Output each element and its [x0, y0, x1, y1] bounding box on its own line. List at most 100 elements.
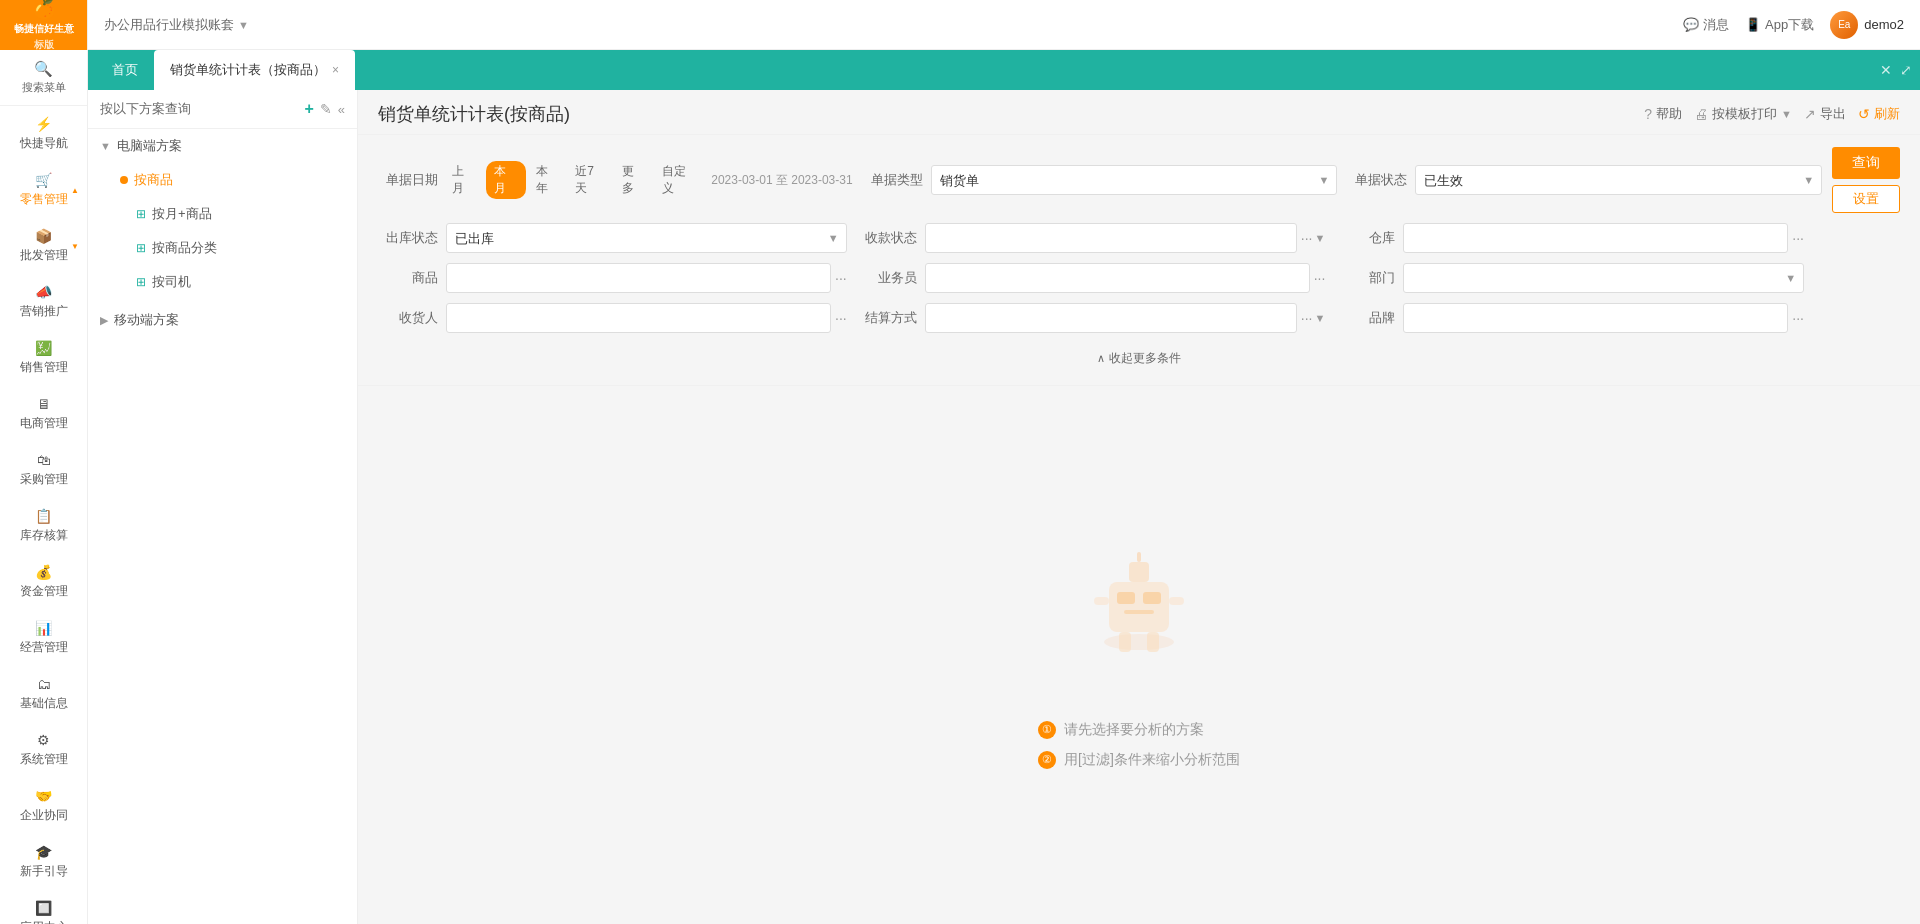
filter-area: 单据日期 上月 本月 本年 近7天 更多 自定义 2023-03-01 至 20… — [358, 135, 1920, 386]
marketing-label: 营销推广 — [20, 303, 68, 320]
payment-arrow[interactable]: ▼ — [1314, 312, 1325, 324]
out-status-select[interactable]: 已出库 — [446, 223, 847, 253]
user-area[interactable]: Ea demo2 — [1830, 11, 1904, 39]
user-avatar: Ea — [1830, 11, 1858, 39]
sidebar-item-inventory[interactable]: 📋 库存核算 — [0, 498, 87, 554]
date-btn-last-month[interactable]: 上月 — [446, 161, 482, 199]
sidebar-item-wholesale[interactable]: 📦 批发管理 — [0, 218, 87, 274]
recv-status-arrow[interactable]: ▼ — [1314, 232, 1325, 244]
scheme-collapse-button[interactable]: « — [338, 102, 345, 117]
scheme-edit-button[interactable]: ✎ — [320, 101, 332, 117]
sidebar-item-newbie[interactable]: 🎓 新手引导 — [0, 834, 87, 890]
search-menu[interactable]: 🔍 搜索菜单 — [0, 50, 87, 106]
filter-row-1: 单据日期 上月 本月 本年 近7天 更多 自定义 2023-03-01 至 20… — [378, 147, 1900, 213]
print-arrow: ▼ — [1781, 108, 1792, 120]
sidebar-item-ecommerce[interactable]: 🖥 电商管理 — [0, 386, 87, 442]
logo-subtitle: 标版 — [34, 38, 54, 52]
brand-input[interactable] — [1403, 303, 1788, 333]
page-title-bar: 销货单统计计表(按商品) ? 帮助 🖨 按模板打印 ▼ ↗ 导出 — [358, 90, 1920, 135]
export-button[interactable]: ↗ 导出 — [1804, 105, 1846, 123]
svg-point-0 — [1104, 634, 1174, 650]
purchase-icon: 🛍 — [37, 452, 51, 468]
tree-item-by-goods-category-label: 按商品分类 — [152, 239, 217, 257]
tree-item-by-month-goods[interactable]: ⊞ 按月+商品 — [88, 197, 357, 231]
date-btn-7days[interactable]: 近7天 — [569, 161, 611, 199]
tab-report-close[interactable]: × — [332, 63, 339, 77]
sidebar-item-operations[interactable]: 📊 经营管理 — [0, 610, 87, 666]
brand-dots[interactable]: ··· — [1792, 310, 1804, 326]
retail-label: 零售管理 — [20, 191, 68, 208]
payment-label: 结算方式 — [857, 309, 917, 327]
sidebar-item-finance[interactable]: 💰 资金管理 — [0, 554, 87, 610]
sidebar-item-quick-nav[interactable]: ⚡ 快捷导航 — [0, 106, 87, 162]
app-download-button[interactable]: 📱 App下载 — [1745, 16, 1814, 34]
query-button[interactable]: 查询 — [1832, 147, 1900, 179]
sidebar-item-purchase[interactable]: 🛍 采购管理 — [0, 442, 87, 498]
tab-report[interactable]: 销货单统计计表（按商品） × — [154, 50, 355, 90]
brand-label: 品牌 — [1335, 309, 1395, 327]
date-btn-more[interactable]: 更多 — [616, 161, 652, 199]
svg-rect-2 — [1117, 592, 1135, 604]
filter-row-3: 商品 ··· 业务员 ··· 部门 — [378, 263, 1900, 293]
topbar-dropdown-arrow[interactable]: ▼ — [238, 19, 249, 31]
tab-home[interactable]: 首页 — [96, 50, 154, 90]
sidebar-item-system[interactable]: ⚙ 系统管理 — [0, 722, 87, 778]
refresh-label: 刷新 — [1874, 105, 1900, 123]
main-area: 办公用品行业模拟账套 ▼ 💬 消息 📱 App下载 Ea demo2 首页 — [88, 0, 1920, 924]
print-button[interactable]: 🖨 按模板打印 ▼ — [1694, 105, 1792, 123]
goods-input[interactable] — [446, 263, 831, 293]
print-label: 按模板打印 — [1712, 105, 1777, 123]
receiver-input[interactable] — [446, 303, 831, 333]
newbie-label: 新手引导 — [20, 863, 68, 880]
tree-item-by-goods[interactable]: 按商品 — [88, 163, 357, 197]
svg-rect-1 — [1109, 582, 1169, 632]
svg-rect-8 — [1169, 597, 1184, 605]
scheme-add-button[interactable]: + — [304, 100, 313, 118]
quick-nav-label: 快捷导航 — [20, 135, 68, 152]
salesperson-input[interactable] — [925, 263, 1310, 293]
recv-status-dots[interactable]: ··· — [1301, 230, 1313, 246]
svg-rect-6 — [1137, 552, 1141, 562]
goods-label: 商品 — [378, 269, 438, 287]
sidebar-item-sales[interactable]: 💹 销售管理 — [0, 330, 87, 386]
sidebar-item-app-center[interactable]: 🔲 应用中心 — [0, 890, 87, 924]
warehouse-input[interactable] — [1403, 223, 1788, 253]
dept-select[interactable] — [1403, 263, 1804, 293]
tree-mobile-schemes[interactable]: ▶ 移动端方案 — [88, 303, 357, 337]
payment-input[interactable] — [925, 303, 1297, 333]
sidebar-item-base[interactable]: 🗂 基础信息 — [0, 666, 87, 722]
doc-type-select[interactable]: 销货单 — [931, 165, 1338, 195]
scheme-panel-header: 按以下方案查询 + ✎ « — [88, 90, 357, 129]
refresh-button[interactable]: ↺ 刷新 — [1858, 105, 1900, 123]
app-center-icon: 🔲 — [35, 900, 52, 916]
recv-status-input[interactable] — [925, 223, 1297, 253]
goods-dots[interactable]: ··· — [835, 270, 847, 286]
tab-maximize-button[interactable]: ⤢ — [1900, 62, 1912, 78]
warehouse-dots[interactable]: ··· — [1792, 230, 1804, 246]
filter-row-4: 收货人 ··· 结算方式 ··· ▼ — [378, 303, 1900, 333]
doc-status-select[interactable]: 已生效 — [1415, 165, 1822, 195]
tree-icon-goods-category: ⊞ — [136, 241, 146, 255]
tab-close-all-button[interactable]: ✕ — [1880, 62, 1892, 78]
purchase-label: 采购管理 — [20, 471, 68, 488]
sidebar-item-enterprise-collab[interactable]: 🤝 企业协同 — [0, 778, 87, 834]
receiver-dots[interactable]: ··· — [835, 310, 847, 326]
date-btn-custom[interactable]: 自定义 — [656, 161, 704, 199]
recv-status-label: 收款状态 — [857, 229, 917, 247]
avatar-text: Ea — [1838, 19, 1850, 30]
salesperson-dots[interactable]: ··· — [1314, 270, 1326, 286]
message-button[interactable]: 💬 消息 — [1683, 16, 1729, 34]
help-button[interactable]: ? 帮助 — [1644, 105, 1682, 123]
collapse-more-conditions[interactable]: ∧ 收起更多条件 — [378, 343, 1900, 373]
sidebar-item-marketing[interactable]: 📣 营销推广 — [0, 274, 87, 330]
collapse-up-icon: ∧ — [1097, 352, 1105, 365]
date-btn-this-year[interactable]: 本年 — [530, 161, 566, 199]
sidebar: 🍊 畅捷信好生意 标版 🔍 搜索菜单 ⚡ 快捷导航 🛒 零售管理 📦 批发管理 … — [0, 0, 88, 924]
tree-item-by-driver[interactable]: ⊞ 按司机 — [88, 265, 357, 299]
sidebar-item-retail[interactable]: 🛒 零售管理 — [0, 162, 87, 218]
settings-button[interactable]: 设置 — [1832, 185, 1900, 213]
date-btn-this-month[interactable]: 本月 — [486, 161, 526, 199]
tree-pc-schemes[interactable]: ▼ 电脑端方案 — [88, 129, 357, 163]
tree-item-by-goods-category[interactable]: ⊞ 按商品分类 — [88, 231, 357, 265]
payment-dots[interactable]: ··· — [1301, 310, 1313, 326]
